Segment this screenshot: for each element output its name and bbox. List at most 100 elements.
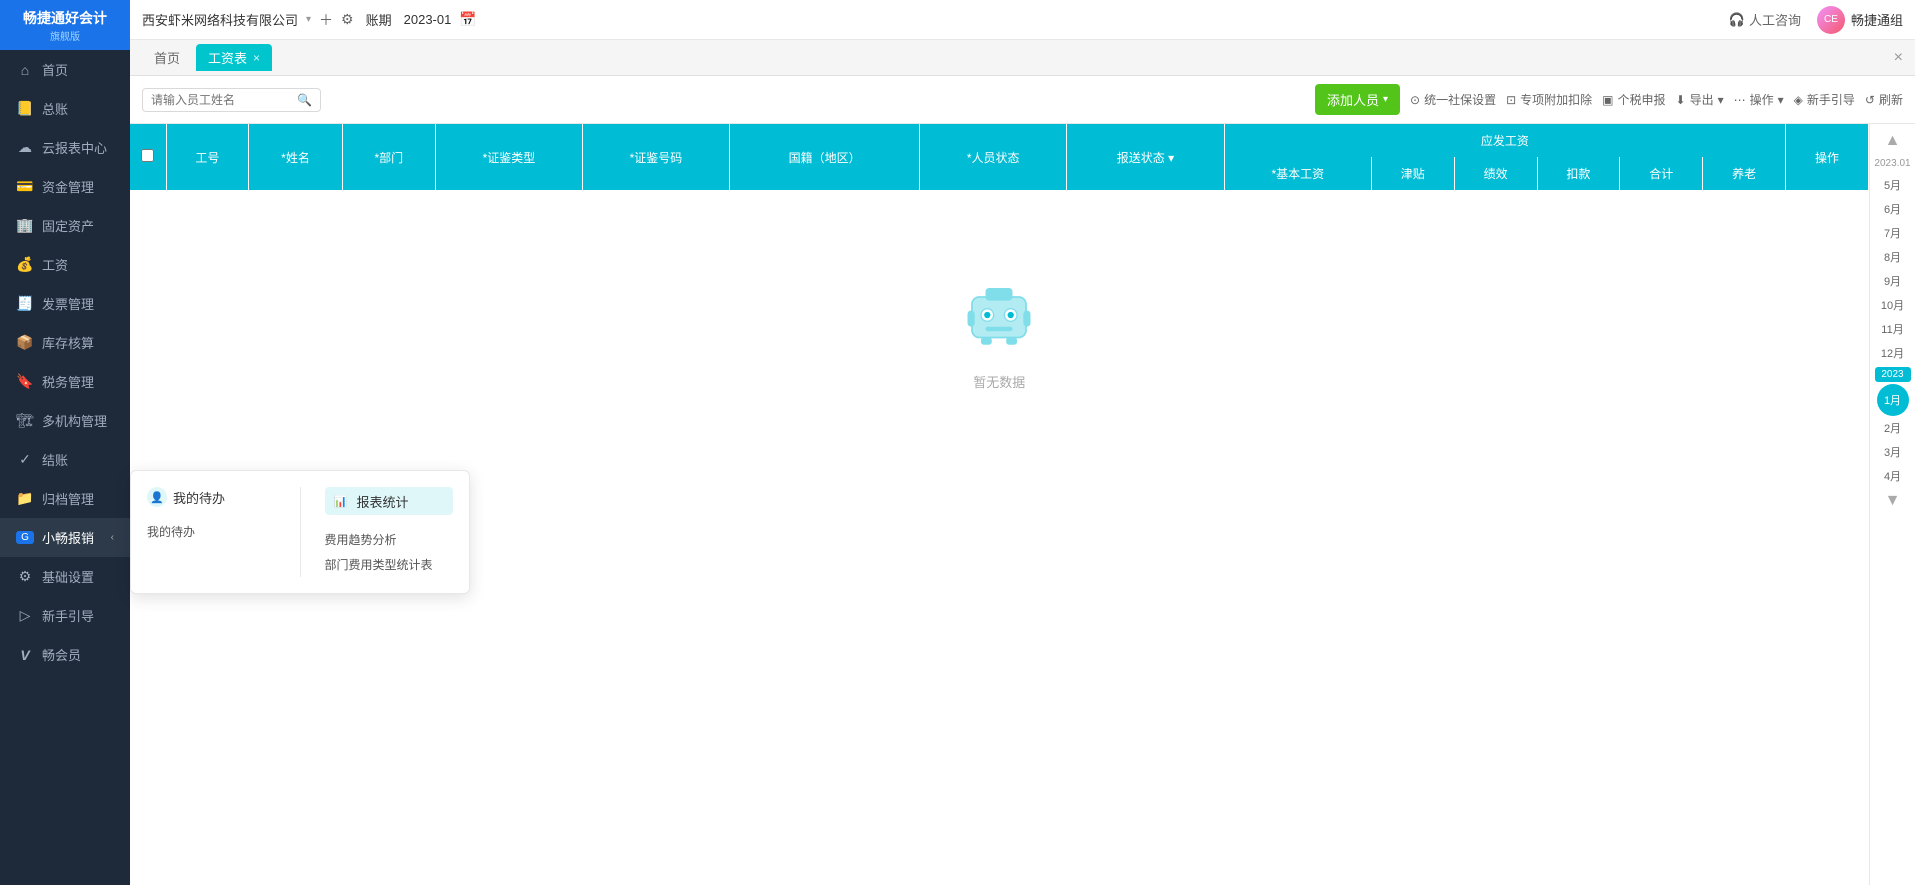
timeline-month-3[interactable]: 3月 [1875, 440, 1911, 464]
sidebar-item-archive[interactable]: 📁 归档管理 [0, 479, 130, 518]
export-label: 导出 [1690, 91, 1714, 108]
sidebar-item-cloud-report[interactable]: ☁ 云报表中心 [0, 128, 130, 167]
sidebar-item-label: 工资 [42, 255, 68, 274]
operation-btn[interactable]: ⋯ 操作 ▾ [1734, 91, 1784, 108]
sidebar-item-multi-org[interactable]: 🏗 多机构管理 [0, 401, 130, 440]
sidebar-item-basic[interactable]: ⚙ 基础设置 [0, 557, 130, 596]
popup-item-expense-trend[interactable]: 费用趋势分析 [325, 527, 454, 552]
sidebar-item-member[interactable]: V 畅会员 [0, 635, 130, 674]
company-name[interactable]: 西安虾米网络科技有限公司 [142, 10, 298, 29]
popup-item-dept-expense[interactable]: 部门费用类型统计表 [325, 552, 454, 577]
add-company-icon[interactable]: ＋ [319, 10, 333, 30]
timeline-month-7[interactable]: 7月 [1875, 221, 1911, 245]
export-icon: ⬇ [1676, 93, 1686, 107]
sidebar-item-fund[interactable]: 💳 资金管理 [0, 167, 130, 206]
main-content: 西安虾米网络科技有限公司 ▾ ＋ ⚙ 账期 2023-01 📅 🎧 人工咨询 C… [130, 0, 1915, 885]
th-dept: *部门 [342, 124, 435, 190]
multi-org-icon: 🏗 [16, 412, 34, 429]
sidebar-item-tax[interactable]: 🔖 税务管理 [0, 362, 130, 401]
th-salary-group: 应发工资 [1224, 124, 1785, 157]
timeline-month-6[interactable]: 6月 [1875, 197, 1911, 221]
timeline-month-9[interactable]: 9月 [1875, 269, 1911, 293]
timeline-month-1-active[interactable]: 1月 [1877, 384, 1909, 416]
sidebar-item-fixed-assets[interactable]: 🏢 固定资产 [0, 206, 130, 245]
timeline-month-2[interactable]: 2月 [1875, 416, 1911, 440]
export-arrow: ▾ [1718, 93, 1724, 107]
timeline-next-arrow[interactable]: ▼ [1881, 488, 1905, 514]
user-avatar: CE [1817, 6, 1845, 34]
avatar-text: CE [1824, 14, 1838, 25]
tab-salary-table[interactable]: 工资表 × [196, 44, 272, 71]
tab-home[interactable]: 首页 [142, 44, 192, 71]
new-guide-btn[interactable]: ◈ 新手引导 [1794, 91, 1855, 108]
topbar-right: 🎧 人工咨询 CE 畅捷通组 [1729, 6, 1903, 34]
sidebar-item-home[interactable]: ⌂ 首页 [0, 50, 130, 89]
sidebar-item-guide[interactable]: ▷ 新手引导 [0, 596, 130, 635]
timeline-month-12[interactable]: 12月 [1875, 341, 1911, 365]
sidebar-item-label: 小畅报销 [42, 528, 94, 547]
tab-close-icon[interactable]: × [253, 51, 260, 65]
sidebar-item-label: 资金管理 [42, 177, 94, 196]
sidebar-item-invoice[interactable]: 🧾 发票管理 [0, 284, 130, 323]
sidebar-item-salary[interactable]: 💰 工资 [0, 245, 130, 284]
th-number: 工号 [166, 124, 249, 190]
select-all-checkbox[interactable] [141, 149, 154, 162]
social-security-btn[interactable]: ⊙ 统一社保设置 [1410, 91, 1496, 108]
search-icon[interactable]: 🔍 [297, 93, 312, 107]
customer-service-btn[interactable]: 🎧 人工咨询 [1729, 10, 1801, 29]
add-person-button[interactable]: 添加人员 ▾ [1315, 84, 1400, 115]
th-checkbox [130, 124, 166, 190]
th-action: 操作 [1786, 124, 1869, 190]
timeline-prev-arrow[interactable]: ▲ [1881, 128, 1905, 154]
add-person-label: 添加人员 [1327, 90, 1379, 109]
th-id-type: *证鉴类型 [435, 124, 582, 190]
report-filter-icon[interactable]: ▾ [1168, 151, 1174, 165]
inventory-icon: 📦 [16, 334, 34, 351]
close-all-button[interactable]: × [1894, 49, 1903, 67]
timeline-month-8[interactable]: 8月 [1875, 245, 1911, 269]
refresh-label: 刷新 [1879, 91, 1903, 108]
popup-item-my-pending[interactable]: 我的待办 [147, 519, 276, 544]
settings-icon[interactable]: ⚙ [341, 11, 354, 28]
new-guide-label: 新手引导 [1807, 91, 1855, 108]
th-subsidy: 津贴 [1371, 157, 1454, 190]
refresh-btn[interactable]: ↺ 刷新 [1865, 91, 1903, 108]
salary-icon: 💰 [16, 256, 34, 273]
empty-state-cell: 暂无数据 [130, 190, 1869, 471]
sidebar-logo: 畅捷通好会计 旗舰版 [0, 0, 130, 50]
export-btn[interactable]: ⬇ 导出 ▾ [1676, 91, 1724, 108]
timeline-month-4[interactable]: 4月 [1875, 464, 1911, 488]
guide-icon2: ◈ [1794, 93, 1803, 107]
sidebar-item-inventory[interactable]: 📦 库存核算 [0, 323, 130, 362]
personal-tax-btn[interactable]: ▣ 个税申报 [1602, 91, 1665, 108]
sidebar-item-label: 税务管理 [42, 372, 94, 391]
logo-sub: 旗舰版 [50, 28, 80, 43]
period-label: 账期 [366, 10, 392, 29]
th-bonus: 绩效 [1454, 157, 1537, 190]
timeline-month-10[interactable]: 10月 [1875, 293, 1911, 317]
tax-icon: 🔖 [16, 373, 34, 390]
th-base-salary: *基本工资 [1224, 157, 1371, 190]
home-icon: ⌂ [16, 62, 34, 78]
popup-col1-title-text: 我的待办 [173, 488, 225, 507]
sidebar-item-xiaochang[interactable]: G 小畅报销 ‹ [0, 518, 130, 557]
timeline-month-11[interactable]: 11月 [1875, 317, 1911, 341]
archive-icon: 📁 [16, 490, 34, 507]
deduction-label: 专项附加扣除 [1520, 91, 1592, 108]
sidebar-item-ledger[interactable]: 📒 总账 [0, 89, 130, 128]
calendar-icon[interactable]: 📅 [459, 11, 476, 28]
user-info[interactable]: CE 畅捷通组 [1817, 6, 1903, 34]
refresh-icon: ↺ [1865, 93, 1875, 107]
special-deduction-btn[interactable]: ⊡ 专项附加扣除 [1506, 91, 1592, 108]
th-status: *人员状态 [920, 124, 1067, 190]
assets-icon: 🏢 [16, 217, 34, 234]
th-total: 合计 [1620, 157, 1703, 190]
search-input[interactable] [151, 93, 291, 107]
sidebar-item-checkout[interactable]: ✓ 结账 [0, 440, 130, 479]
timeline-panel: ▲ 2023.01 5月 6月 7月 8月 9月 10月 11月 12月 202… [1869, 124, 1915, 885]
sidebar-item-label: 新手引导 [42, 606, 94, 625]
company-dropdown-arrow[interactable]: ▾ [306, 14, 311, 25]
timeline-month-5[interactable]: 5月 [1875, 173, 1911, 197]
th-report-status: 报送状态 ▾ [1067, 124, 1225, 190]
pending-icon: 👤 [147, 487, 167, 507]
